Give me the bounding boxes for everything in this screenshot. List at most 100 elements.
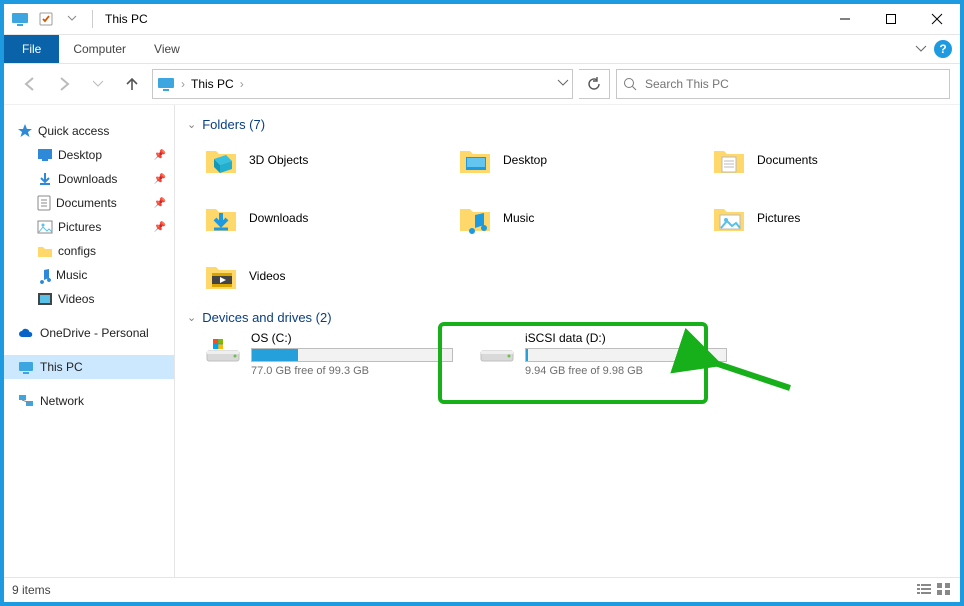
group-header-folders[interactable]: ⌄ Folders (7) (185, 109, 950, 134)
sidebar-onedrive[interactable]: OneDrive - Personal (4, 321, 174, 345)
network-icon (18, 394, 34, 408)
folder-icon (203, 142, 239, 178)
window-minimize-button[interactable] (822, 4, 868, 34)
window-maximize-button[interactable] (868, 4, 914, 34)
status-bar: 9 items (4, 577, 960, 602)
sidebar-item-label: This PC (40, 360, 83, 374)
folder-label: Pictures (757, 211, 800, 225)
status-item-count: 9 items (12, 583, 51, 597)
folder-icon (203, 200, 239, 236)
view-details-button[interactable] (916, 582, 932, 599)
drive-icon (479, 331, 515, 367)
sidebar-item-label: configs (58, 244, 96, 258)
ribbon-tab-computer[interactable]: Computer (59, 35, 140, 63)
pin-icon: 📌 (154, 174, 166, 185)
thispc-icon (18, 361, 34, 374)
drive-usage-bar (525, 348, 727, 362)
breadcrumb[interactable]: › This PC › (157, 77, 244, 91)
folder-item[interactable]: Videos (203, 250, 443, 302)
nav-history-dropdown[interactable] (84, 70, 112, 98)
address-bar[interactable]: › This PC › (152, 69, 573, 99)
pin-icon: 📌 (154, 150, 166, 161)
content-pane: ⌄ Folders (7) 3D Objects Desktop Documents… (175, 105, 960, 577)
sidebar-item-music[interactable]: Music (4, 263, 174, 287)
drive-free-text: 77.0 GB free of 99.3 GB (251, 365, 457, 377)
drive-item[interactable]: OS (C:) 77.0 GB free of 99.3 GB (203, 327, 463, 389)
address-history-icon[interactable] (558, 78, 568, 91)
sidebar-item-videos[interactable]: Videos (4, 287, 174, 311)
sidebar-item-label: Desktop (58, 148, 102, 162)
drive-label: iSCSI data (D:) (525, 331, 731, 345)
pin-icon: 📌 (154, 198, 166, 209)
drive-free-text: 9.94 GB free of 9.98 GB (525, 365, 731, 377)
nav-forward-button[interactable] (50, 70, 78, 98)
folder-icon (203, 258, 239, 294)
ribbon-tab-label: Computer (73, 42, 126, 56)
sidebar-item-label: Quick access (38, 124, 109, 138)
ribbon-collapse-icon[interactable] (916, 42, 926, 56)
group-header-drives[interactable]: ⌄ Devices and drives (2) (185, 302, 950, 327)
help-icon[interactable]: ? (934, 40, 952, 58)
refresh-button[interactable] (579, 69, 610, 99)
sidebar-item-documents[interactable]: Documents 📌 (4, 191, 174, 215)
sidebar-item-label: Downloads (58, 172, 117, 186)
search-icon (623, 77, 637, 91)
ribbon-tab-view[interactable]: View (140, 35, 194, 63)
quick-access-toolbar (10, 9, 97, 29)
view-icons-button[interactable] (936, 582, 952, 599)
folder-item[interactable]: Documents (711, 134, 951, 186)
sidebar-item-label: OneDrive - Personal (40, 326, 149, 340)
ribbon-tab-label: View (154, 42, 180, 56)
folder-item[interactable]: Downloads (203, 192, 443, 244)
sidebar-thispc[interactable]: This PC (4, 355, 174, 379)
document-icon (38, 196, 50, 210)
folder-item[interactable]: Pictures (711, 192, 951, 244)
folder-item[interactable]: 3D Objects (203, 134, 443, 186)
download-icon (38, 172, 52, 186)
sidebar-item-label: Documents (56, 196, 117, 210)
sidebar-item-configs[interactable]: configs (4, 239, 174, 263)
sidebar-network[interactable]: Network (4, 389, 174, 413)
folder-icon (711, 200, 747, 236)
sidebar-item-downloads[interactable]: Downloads 📌 (4, 167, 174, 191)
group-label: Folders (7) (202, 117, 265, 132)
folder-icon (38, 245, 52, 257)
ribbon-tab-file-label: File (22, 42, 41, 56)
folder-label: 3D Objects (249, 153, 308, 167)
folder-icon (457, 142, 493, 178)
sidebar-item-desktop[interactable]: Desktop 📌 (4, 143, 174, 167)
ribbon-tab-file[interactable]: File (4, 35, 59, 63)
sidebar-item-label: Network (40, 394, 84, 408)
sidebar-item-label: Videos (58, 292, 94, 306)
search-box[interactable] (616, 69, 950, 99)
folder-icon (457, 200, 493, 236)
folder-label: Music (503, 211, 534, 225)
desktop-icon (38, 149, 52, 161)
sidebar-quick-access[interactable]: Quick access (4, 119, 174, 143)
chevron-down-icon: ⌄ (187, 311, 196, 324)
qat-item-icon[interactable] (36, 9, 56, 29)
sidebar-item-pictures[interactable]: Pictures📌 (4, 215, 174, 239)
nav-up-button[interactable] (118, 70, 146, 98)
ribbon-tabs: File Computer View ? (4, 35, 960, 64)
folder-label: Downloads (249, 211, 308, 225)
drive-label: OS (C:) (251, 331, 457, 345)
qat-separator (92, 10, 93, 28)
window-close-button[interactable] (914, 4, 960, 34)
drive-item[interactable]: iSCSI data (D:) 9.94 GB free of 9.98 GB (477, 327, 737, 389)
breadcrumb-label: This PC (191, 77, 234, 91)
picture-icon (38, 221, 52, 233)
nav-back-button[interactable] (16, 70, 44, 98)
drive-icon (205, 331, 241, 367)
qat-dropdown-icon[interactable] (62, 9, 82, 29)
music-icon (38, 268, 50, 282)
drive-usage-bar (251, 348, 453, 362)
navigation-toolbar: › This PC › (4, 64, 960, 105)
folder-icon (711, 142, 747, 178)
folder-item[interactable]: Music (457, 192, 697, 244)
search-input[interactable] (643, 76, 943, 92)
folder-label: Videos (249, 269, 285, 283)
folder-item[interactable]: Desktop (457, 134, 697, 186)
pin-icon: 📌 (154, 222, 166, 233)
window-titlebar: This PC (4, 4, 960, 35)
